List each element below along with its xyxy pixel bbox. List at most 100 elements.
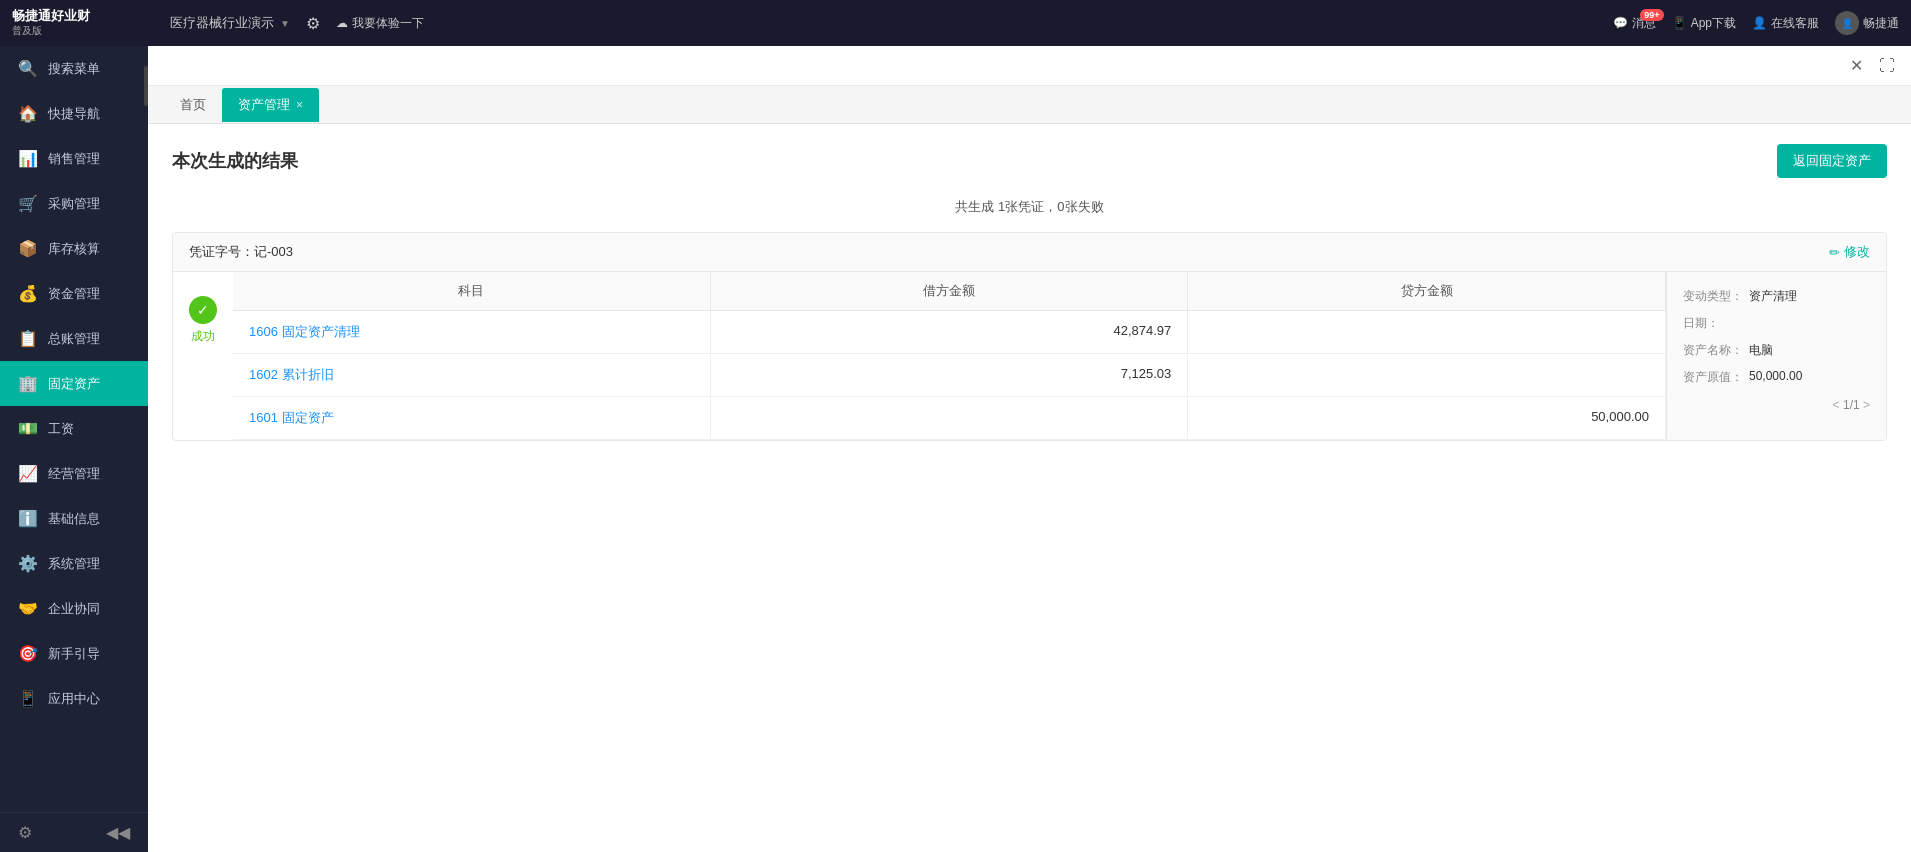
subject-cell-2[interactable]: 1602 累计折旧 bbox=[233, 354, 711, 396]
scrollbar-thumb[interactable] bbox=[144, 66, 148, 106]
sidebar-item-purchase[interactable]: 🛒 采购管理 bbox=[0, 181, 148, 226]
tab-close-icon[interactable]: × bbox=[296, 98, 303, 112]
sidebar-item-label: 库存核算 bbox=[48, 240, 100, 258]
date-label: 日期： bbox=[1683, 315, 1719, 332]
credit-cell-2 bbox=[1188, 354, 1666, 396]
search-icon: 🔍 bbox=[18, 59, 38, 78]
credit-cell-1 bbox=[1188, 311, 1666, 353]
original-value-row: 资产原值： 50,000.00 bbox=[1683, 369, 1870, 386]
expand-panel-button[interactable]: ⛶ bbox=[1875, 55, 1899, 77]
basic-info-icon: ℹ️ bbox=[18, 509, 38, 528]
logo-subtitle: 普及版 bbox=[12, 24, 42, 38]
voucher-card: 凭证字号：记-003 ✏ 修改 ✓ 成功 bbox=[172, 232, 1887, 441]
avatar: 👤 bbox=[1835, 11, 1859, 35]
status-column: ✓ 成功 bbox=[173, 272, 233, 440]
fixed-assets-icon: 🏢 bbox=[18, 374, 38, 393]
page-header: 本次生成的结果 返回固定资产 bbox=[172, 144, 1887, 178]
app-center-icon: 📱 bbox=[18, 689, 38, 708]
sidebar-item-label: 新手引导 bbox=[48, 645, 100, 663]
sidebar-item-operations[interactable]: 📈 经营管理 bbox=[0, 451, 148, 496]
experience-button[interactable]: ☁ 我要体验一下 bbox=[336, 15, 424, 32]
sidebar-item-fund[interactable]: 💰 资金管理 bbox=[0, 271, 148, 316]
sidebar-item-search[interactable]: 🔍 搜索菜单 bbox=[0, 46, 148, 91]
table-row: 1606 固定资产清理 42,874.97 bbox=[233, 311, 1666, 354]
voucher-header: 凭证字号：记-003 ✏ 修改 bbox=[173, 233, 1886, 272]
col-debit: 借方金额 bbox=[711, 272, 1189, 311]
sidebar-item-basic-info[interactable]: ℹ️ 基础信息 bbox=[0, 496, 148, 541]
sidebar-item-label: 应用中心 bbox=[48, 690, 100, 708]
app-download-label: App下载 bbox=[1691, 15, 1736, 32]
main-layout: 🔍 搜索菜单 🏠 快捷导航 📊 销售管理 🛒 采购管理 📦 库存核算 💰 bbox=[0, 46, 1911, 852]
sidebar-item-guide[interactable]: 🎯 新手引导 bbox=[0, 631, 148, 676]
top-header: 畅捷通好业财 普及版 医疗器械行业演示 ▼ ⚙ ☁ 我要体验一下 💬 消息 99… bbox=[0, 0, 1911, 46]
salary-icon: 💵 bbox=[18, 419, 38, 438]
user-menu[interactable]: 👤 畅捷通 bbox=[1835, 11, 1899, 35]
header-right: 💬 消息 99+ 📱 App下载 👤 在线客服 👤 畅捷通 bbox=[1613, 11, 1899, 35]
sidebar-item-label: 总账管理 bbox=[48, 330, 100, 348]
company-selector[interactable]: 医疗器械行业演示 ▼ bbox=[170, 14, 290, 32]
system-icon: ⚙️ bbox=[18, 554, 38, 573]
sales-icon: 📊 bbox=[18, 149, 38, 168]
sidebar-item-salary[interactable]: 💵 工资 bbox=[0, 406, 148, 451]
user-name: 畅捷通 bbox=[1863, 15, 1899, 32]
cloud-icon: ☁ bbox=[336, 16, 348, 30]
table-row: 1602 累计折旧 7,125.03 bbox=[233, 354, 1666, 397]
chevron-down-icon: ▼ bbox=[280, 18, 290, 29]
sidebar-collapse-button[interactable]: ◀◀ bbox=[106, 823, 130, 842]
sidebar-settings-icon[interactable]: ⚙ bbox=[18, 823, 32, 842]
return-button[interactable]: 返回固定资产 bbox=[1777, 144, 1887, 178]
logo-area: 畅捷通好业财 普及版 bbox=[12, 8, 160, 38]
sidebar-item-fixed-assets[interactable]: 🏢 固定资产 bbox=[0, 361, 148, 406]
change-type-value: 资产清理 bbox=[1749, 288, 1797, 305]
sidebar-item-sales[interactable]: 📊 销售管理 bbox=[0, 136, 148, 181]
next-page-button[interactable]: > bbox=[1863, 398, 1870, 412]
sidebar: 🔍 搜索菜单 🏠 快捷导航 📊 销售管理 🛒 采购管理 📦 库存核算 💰 bbox=[0, 46, 148, 852]
original-value-label: 资产原值： bbox=[1683, 369, 1743, 386]
header-center: 医疗器械行业演示 ▼ ⚙ ☁ 我要体验一下 bbox=[160, 10, 1613, 37]
date-row: 日期： bbox=[1683, 315, 1870, 332]
sidebar-scroll: 🔍 搜索菜单 🏠 快捷导航 📊 销售管理 🛒 采购管理 📦 库存核算 💰 bbox=[0, 46, 148, 812]
online-service-button[interactable]: 👤 在线客服 bbox=[1752, 15, 1819, 32]
asset-name-row: 资产名称： 电脑 bbox=[1683, 342, 1870, 359]
message-button[interactable]: 💬 消息 99+ bbox=[1613, 15, 1656, 32]
purchase-icon: 🛒 bbox=[18, 194, 38, 213]
sidebar-item-label: 企业协同 bbox=[48, 600, 100, 618]
sidebar-item-label: 经营管理 bbox=[48, 465, 100, 483]
tab-home-label: 首页 bbox=[180, 97, 206, 112]
fund-icon: 💰 bbox=[18, 284, 38, 303]
message-icon: 💬 bbox=[1613, 16, 1628, 30]
sidebar-item-app-center[interactable]: 📱 应用中心 bbox=[0, 676, 148, 721]
download-icon: 📱 bbox=[1672, 16, 1687, 30]
sidebar-item-label: 采购管理 bbox=[48, 195, 100, 213]
page-title: 本次生成的结果 bbox=[172, 149, 298, 173]
sidebar-item-inventory[interactable]: 📦 库存核算 bbox=[0, 226, 148, 271]
experience-label: 我要体验一下 bbox=[352, 15, 424, 32]
subject-cell-1[interactable]: 1606 固定资产清理 bbox=[233, 311, 711, 353]
operations-icon: 📈 bbox=[18, 464, 38, 483]
service-icon: 👤 bbox=[1752, 16, 1767, 30]
prev-page-button[interactable]: < bbox=[1833, 398, 1840, 412]
close-panel-button[interactable]: ✕ bbox=[1846, 54, 1867, 77]
edit-label: 修改 bbox=[1844, 243, 1870, 261]
sidebar-item-label: 基础信息 bbox=[48, 510, 100, 528]
tab-home[interactable]: 首页 bbox=[164, 88, 222, 122]
sidebar-item-quick-nav[interactable]: 🏠 快捷导航 bbox=[0, 91, 148, 136]
success-icon: ✓ bbox=[189, 296, 217, 324]
guide-icon: 🎯 bbox=[18, 644, 38, 663]
col-subject: 科目 bbox=[233, 272, 711, 311]
sidebar-item-label: 搜索菜单 bbox=[48, 60, 100, 78]
app-download-button[interactable]: 📱 App下载 bbox=[1672, 15, 1736, 32]
ledger-icon: 📋 bbox=[18, 329, 38, 348]
subject-cell-3[interactable]: 1601 固定资产 bbox=[233, 397, 711, 439]
content-area: ✕ ⛶ 首页 资产管理 × 本次生成的结果 返回固定资产 共生成 1张凭证，0张… bbox=[148, 46, 1911, 852]
sidebar-item-ledger[interactable]: 📋 总账管理 bbox=[0, 316, 148, 361]
inventory-icon: 📦 bbox=[18, 239, 38, 258]
page-content: 本次生成的结果 返回固定资产 共生成 1张凭证，0张失败 凭证字号：记-003 … bbox=[148, 124, 1911, 852]
tab-asset-management[interactable]: 资产管理 × bbox=[222, 88, 319, 122]
sidebar-item-system[interactable]: ⚙️ 系统管理 bbox=[0, 541, 148, 586]
settings-button[interactable]: ⚙ bbox=[302, 10, 324, 37]
sidebar-item-cooperation[interactable]: 🤝 企业协同 bbox=[0, 586, 148, 631]
sidebar-item-label: 系统管理 bbox=[48, 555, 100, 573]
edit-button[interactable]: ✏ 修改 bbox=[1829, 243, 1870, 261]
sidebar-item-label: 快捷导航 bbox=[48, 105, 100, 123]
